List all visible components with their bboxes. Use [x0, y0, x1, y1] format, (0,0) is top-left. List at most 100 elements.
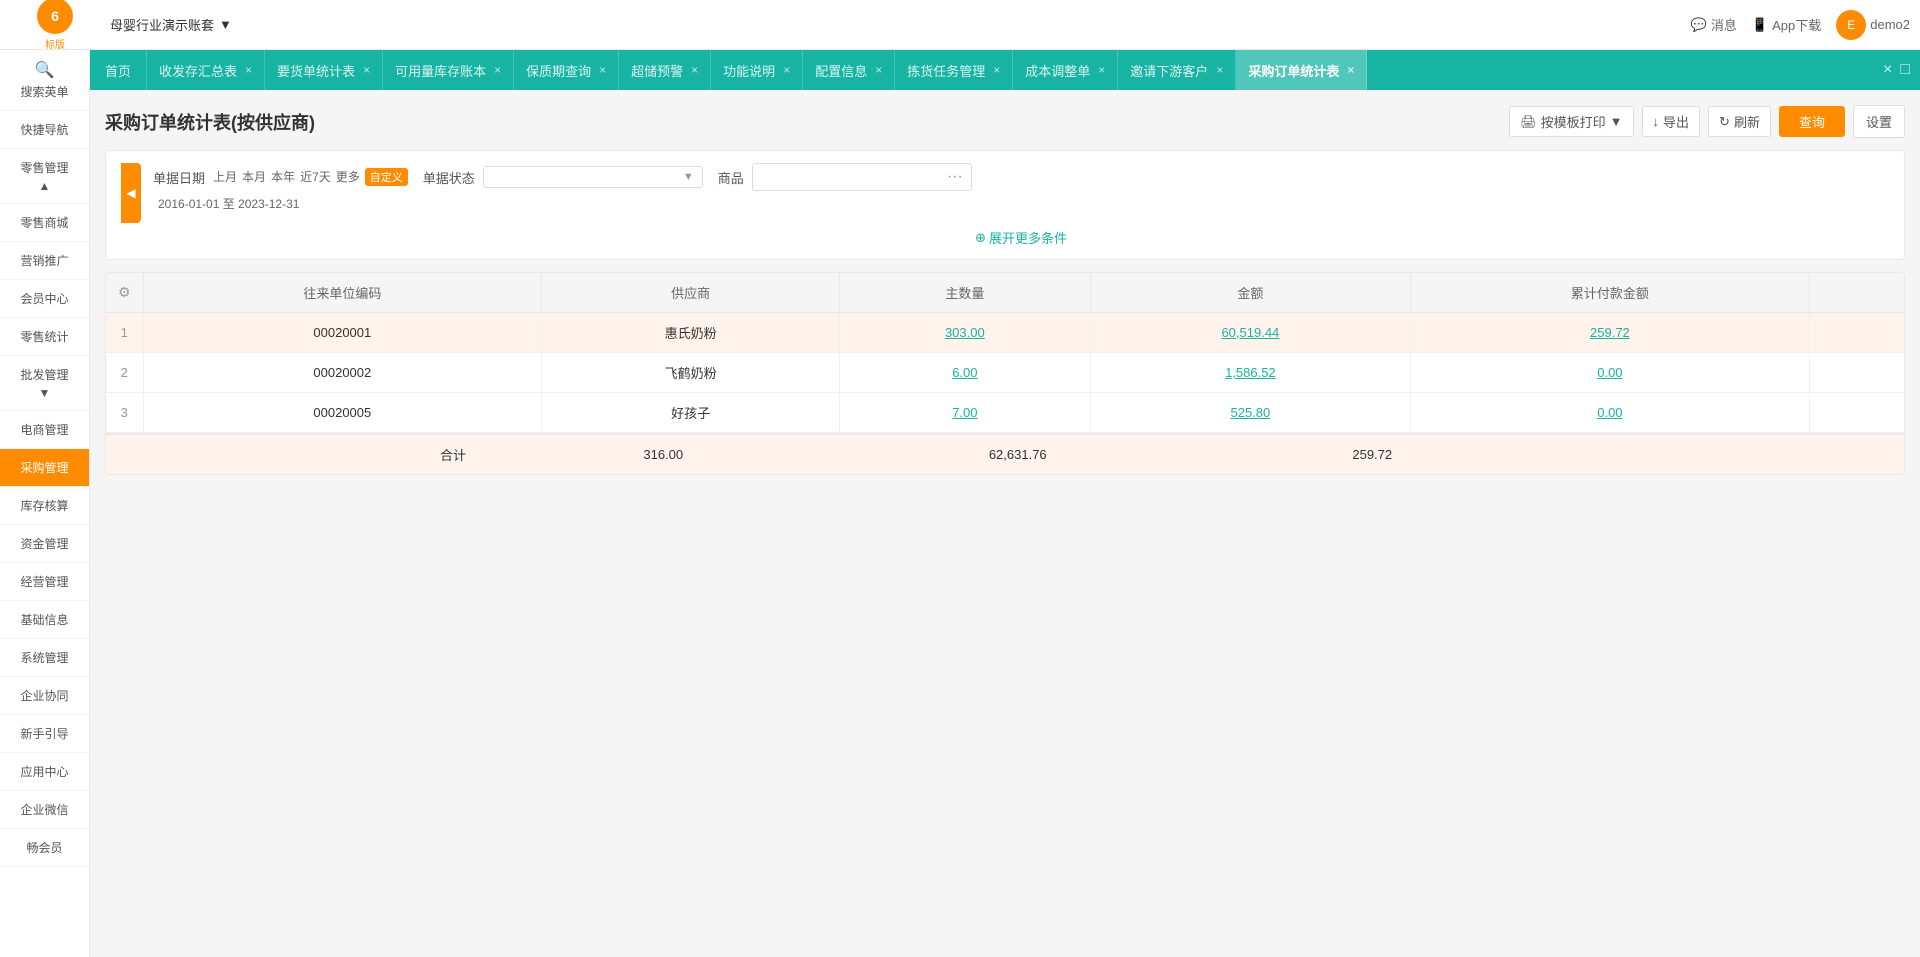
tab-receive-send[interactable]: 收发存汇总表 ×: [147, 50, 265, 90]
amount-link[interactable]: 1,586.52: [1225, 365, 1276, 380]
shortcut-this-year[interactable]: 本年: [271, 168, 295, 186]
finance-label: 资金管理: [20, 535, 68, 552]
tab-purchase-order-stats-close[interactable]: ×: [1347, 63, 1354, 77]
sidebar-item-wholesale[interactable]: 批发管理 ▼: [0, 356, 89, 411]
refresh-button[interactable]: ↻ 刷新: [1708, 106, 1771, 137]
col-supplier: 供应商: [542, 273, 840, 313]
tab-config-info[interactable]: 配置信息 ×: [803, 50, 895, 90]
sidebar-item-ecommerce[interactable]: 电商管理: [0, 411, 89, 449]
tab-purchase-stats[interactable]: 要货单统计表 ×: [265, 50, 383, 90]
print-button[interactable]: 🖨 按模板打印 ▼: [1509, 106, 1633, 137]
col-paid: 累计付款金额: [1411, 273, 1810, 313]
custom-date-tag[interactable]: 自定义: [365, 168, 408, 186]
tab-invite-downstream[interactable]: 邀请下游客户 ×: [1118, 50, 1236, 90]
goods-filter-label: 商品: [718, 168, 744, 187]
marketing-label: 营销推广: [20, 252, 68, 269]
tab-close-all-btn[interactable]: ×: [1883, 61, 1892, 79]
tab-function-desc[interactable]: 功能说明 ×: [711, 50, 803, 90]
tab-inventory-ledger-close[interactable]: ×: [494, 63, 501, 77]
newguide-label: 新手引导: [20, 725, 68, 742]
sidebar-item-operations[interactable]: 经营管理: [0, 563, 89, 601]
amount-link[interactable]: 60,519.44: [1221, 325, 1279, 340]
tab-purchase-order-stats[interactable]: 采购订单统计表 ×: [1236, 50, 1367, 90]
paid-link[interactable]: 0.00: [1597, 365, 1622, 380]
paid-link[interactable]: 259.72: [1590, 325, 1630, 340]
sidebar-item-shortcut[interactable]: 快捷导航: [0, 111, 89, 149]
row-quantity: 7.00: [840, 393, 1091, 433]
quantity-link[interactable]: 303.00: [945, 325, 985, 340]
amount-link[interactable]: 525.80: [1230, 405, 1270, 420]
sidebar-item-basic[interactable]: 基础信息: [0, 601, 89, 639]
tab-cost-adjust-label: 成本调整单: [1025, 61, 1090, 80]
sidebar-item-retail-mall[interactable]: 零售商城: [0, 204, 89, 242]
query-button[interactable]: 查询: [1779, 106, 1845, 137]
row-num: 1: [106, 313, 143, 353]
tab-purchase-stats-close[interactable]: ×: [363, 63, 370, 77]
sidebar-item-marketing[interactable]: 营销推广: [0, 242, 89, 280]
tab-cost-adjust[interactable]: 成本调整单 ×: [1013, 50, 1118, 90]
sidebar-item-retail-stats[interactable]: 零售统计: [0, 318, 89, 356]
sidebar-item-wechat[interactable]: 企业微信: [0, 791, 89, 829]
expand-more-btn[interactable]: ⊕ 展开更多条件: [975, 228, 1067, 247]
tab-function-desc-close[interactable]: ×: [783, 63, 790, 77]
tab-expiry-query[interactable]: 保质期查询 ×: [514, 50, 619, 90]
goods-input[interactable]: ···: [752, 163, 972, 191]
settings-button[interactable]: 设置: [1853, 105, 1905, 138]
sidebar-item-finance[interactable]: 资金管理: [0, 525, 89, 563]
tab-receive-send-close[interactable]: ×: [245, 63, 252, 77]
workspace-selector[interactable]: 母婴行业演示账套 ▼: [110, 15, 232, 34]
user-profile[interactable]: E demo2: [1836, 10, 1910, 40]
sidebar-item-retail[interactable]: 零售管理 ▲: [0, 149, 89, 204]
footer-amount: 62,631.76: [841, 447, 1196, 462]
quantity-link[interactable]: 7.00: [952, 405, 977, 420]
sidebar-item-purchase[interactable]: 采购管理: [0, 449, 89, 487]
expand-row: ⊕ 展开更多条件: [153, 220, 1889, 247]
tab-config-info-close[interactable]: ×: [875, 63, 882, 77]
shortcut-last-month[interactable]: 上月: [213, 168, 237, 186]
date-filter-label: 单据日期: [153, 168, 205, 187]
sidebar-item-member[interactable]: 会员中心: [0, 280, 89, 318]
table-settings-icon[interactable]: ⚙: [118, 284, 131, 300]
status-select[interactable]: ▼: [483, 166, 703, 188]
nav-tabs: 首页 收发存汇总表 × 要货单统计表 × 可用量库存账本 × 保质期查询 × 超…: [90, 50, 1920, 90]
row-amount: 525.80: [1090, 393, 1411, 433]
paid-link[interactable]: 0.00: [1597, 405, 1622, 420]
wholesale-arrow-icon: ▼: [39, 386, 51, 400]
app-download-btn[interactable]: 📱 App下载: [1752, 15, 1821, 34]
tab-cost-adjust-close[interactable]: ×: [1098, 63, 1105, 77]
tab-inventory-ledger[interactable]: 可用量库存账本 ×: [383, 50, 514, 90]
sidebar-item-inventory[interactable]: 库存核算: [0, 487, 89, 525]
tab-overstock[interactable]: 超储预警 ×: [619, 50, 711, 90]
tab-expiry-query-label: 保质期查询: [526, 61, 591, 80]
filter-collapse-btn[interactable]: ◀: [121, 163, 141, 223]
row-paid: 0.00: [1411, 353, 1810, 393]
sidebar-item-newguide[interactable]: 新手引导: [0, 715, 89, 753]
shortcut-more[interactable]: 更多: [336, 168, 360, 186]
tab-expand-btn[interactable]: □: [1900, 61, 1910, 79]
tab-invite-downstream-close[interactable]: ×: [1216, 63, 1223, 77]
row-code: 00020002: [143, 353, 542, 393]
shortcut-this-month[interactable]: 本月: [242, 168, 266, 186]
tab-invite-downstream-label: 邀请下游客户: [1130, 61, 1208, 80]
filter-goods-item: 商品 ···: [718, 163, 972, 191]
expand-icon: ⊕: [975, 230, 986, 246]
sidebar-label-search: 搜索英单: [20, 83, 68, 100]
user-name: demo2: [1870, 17, 1910, 32]
sidebar-item-system[interactable]: 系统管理: [0, 639, 89, 677]
nav-tabs-right: × □: [1883, 61, 1920, 79]
tab-overstock-close[interactable]: ×: [691, 63, 698, 77]
tab-task-mgmt[interactable]: 拣货任务管理 ×: [895, 50, 1013, 90]
tab-expiry-query-close[interactable]: ×: [599, 63, 606, 77]
tab-home[interactable]: 首页: [90, 50, 147, 90]
sidebar-item-search[interactable]: 🔍 搜索英单: [0, 50, 89, 111]
row-quantity: 303.00: [840, 313, 1091, 353]
quantity-link[interactable]: 6.00: [952, 365, 977, 380]
message-btn[interactable]: 💬 消息: [1691, 15, 1737, 34]
sidebar-item-member2[interactable]: 畅会员: [0, 829, 89, 867]
export-button[interactable]: ↓ 导出: [1642, 106, 1701, 137]
tab-task-mgmt-close[interactable]: ×: [993, 63, 1000, 77]
tab-receive-send-label: 收发存汇总表: [159, 61, 237, 80]
sidebar-item-appcenter[interactable]: 应用中心: [0, 753, 89, 791]
shortcut-7days[interactable]: 近7天: [300, 168, 331, 186]
sidebar-item-enterprise[interactable]: 企业协同: [0, 677, 89, 715]
